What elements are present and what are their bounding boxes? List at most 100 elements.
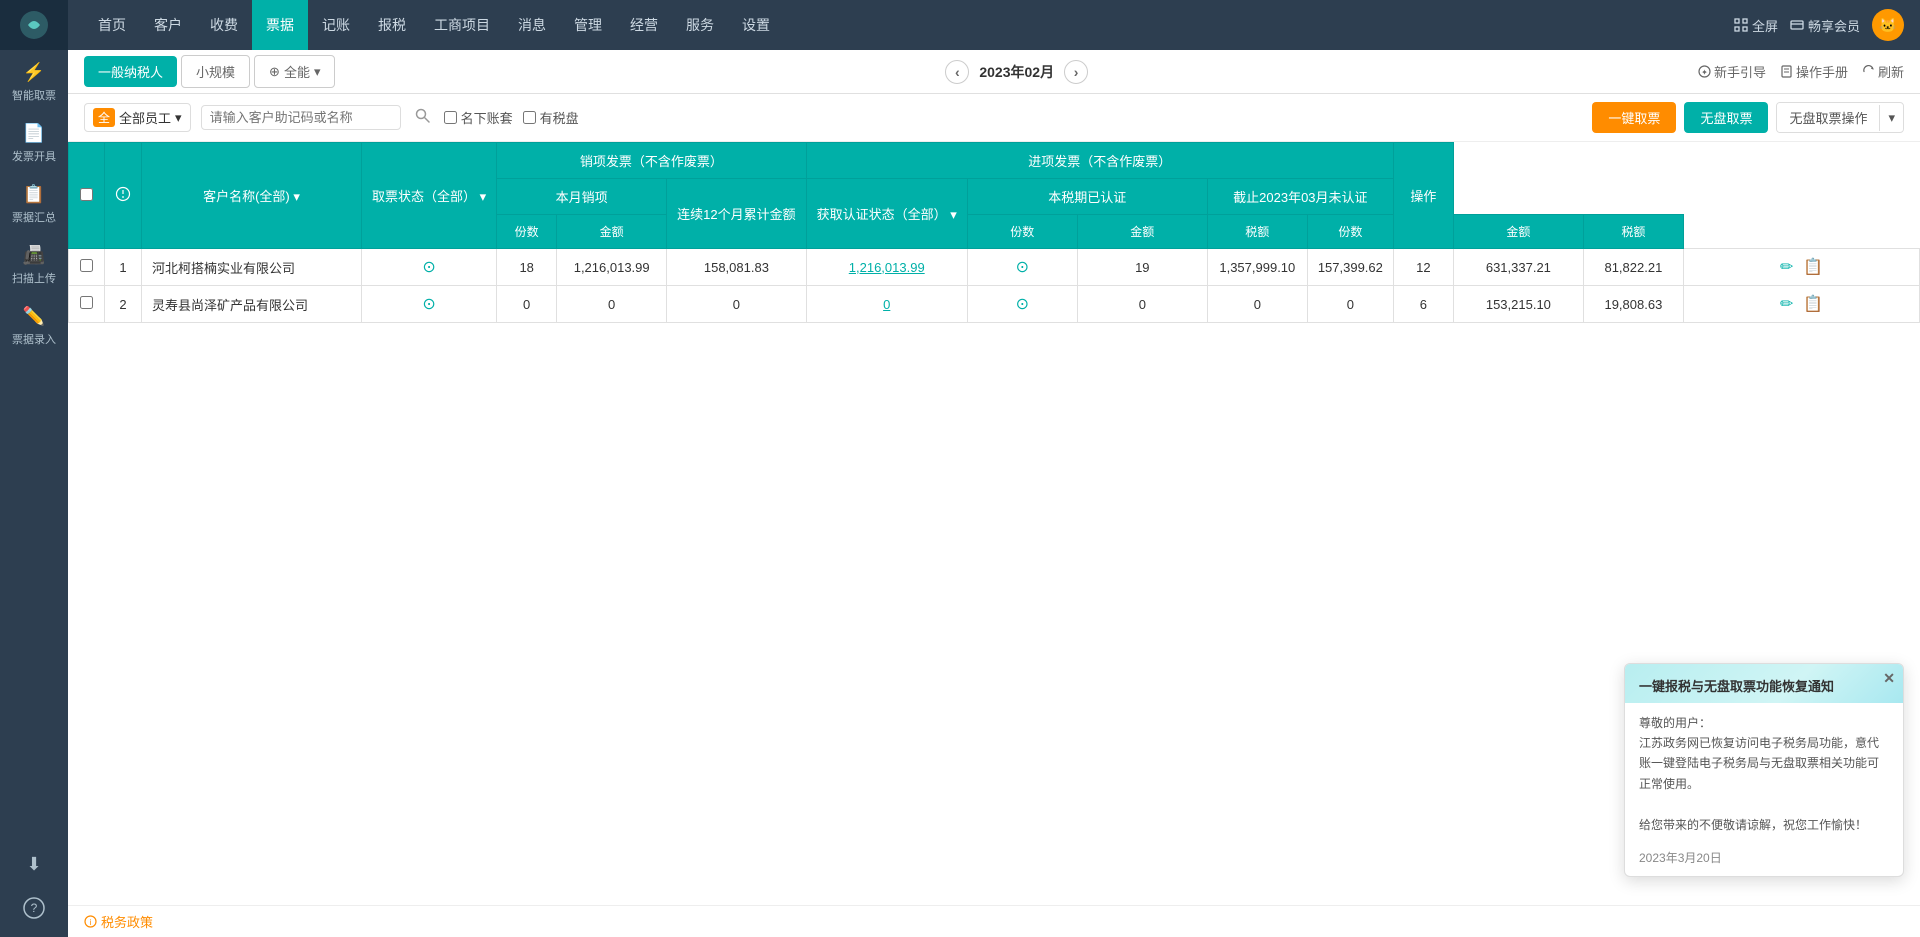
sidebar-item-label: 智能取票	[12, 87, 56, 103]
topnav-member[interactable]: 畅享会员	[1790, 16, 1860, 35]
edit-action[interactable]: ✏	[1780, 259, 1793, 276]
col-until-tax: 税额	[1583, 215, 1683, 249]
topnav-billing[interactable]: 收费	[196, 0, 252, 50]
sidebar-item-label: 扫描上传	[12, 270, 56, 286]
notification-close-button[interactable]: ✕	[1883, 670, 1895, 687]
customer-name: 河北柯搭楠实业有限公司	[142, 249, 362, 286]
refresh-link[interactable]: 刷新	[1862, 62, 1904, 81]
topnav-operation[interactable]: 经营	[616, 0, 672, 50]
prev-month-button[interactable]: ‹	[945, 60, 969, 84]
topnav-invoice[interactable]: 票据	[252, 0, 308, 50]
no-disk-ops-label[interactable]: 无盘取票操作	[1777, 103, 1879, 132]
tax-disk-checkbox[interactable]	[523, 111, 536, 124]
search-button[interactable]	[411, 106, 434, 130]
detail-action[interactable]: 📋	[1803, 296, 1823, 313]
notification-content: 江苏政务网已恢复访问电子税务局功能，意代账一键登陆电子税务局与无盘取票相关功能可…	[1639, 733, 1889, 794]
tab-bar: 一般纳税人 小规模 ⊕ 全能 ▾ ‹ 2023年02月 › ✦ 新手引导	[68, 50, 1920, 94]
tax-policy-link[interactable]: i 税务政策	[84, 912, 153, 931]
tab-nav-right: ✦ 新手引导 操作手册 刷新	[1698, 62, 1904, 81]
new-guide-link[interactable]: ✦ 新手引导	[1698, 62, 1766, 81]
employee-label: 全部员工	[119, 108, 171, 127]
account-checkbox[interactable]	[444, 111, 457, 124]
select-all-checkbox[interactable]	[80, 188, 93, 201]
issue-invoice-icon: 📄	[23, 123, 45, 144]
search-input[interactable]	[201, 105, 401, 130]
col-period-tax: 税额	[1207, 215, 1307, 249]
invoice-summary-icon: 📋	[23, 184, 45, 205]
invoice-table: 客户名称(全部) ▾ 取票状态（全部） ▾ 销项发票（不含作废票） 进项发票（不…	[68, 142, 1920, 323]
topnav-fullscreen[interactable]: 全屏	[1734, 16, 1778, 35]
topnav-right: 全屏 畅享会员 🐱	[1734, 9, 1904, 41]
sidebar-bottom: ⬇ ?	[0, 846, 68, 937]
no-disk-fetch-button[interactable]: 无盘取票	[1684, 102, 1768, 133]
notification-header: 一键报税与无盘取票功能恢复通知 ✕	[1625, 664, 1903, 703]
topnav-settings[interactable]: 设置	[728, 0, 784, 50]
notification-popup: 一键报税与无盘取票功能恢复通知 ✕ 尊敬的用户： 江苏政务网已恢复访问电子税务局…	[1624, 663, 1904, 877]
col-get-status-header: 获取认证状态（全部） ▾	[806, 179, 967, 249]
employee-chevron: ▾	[175, 110, 182, 126]
smart-fetch-icon: ⚡	[23, 62, 45, 83]
topnav-service[interactable]: 服务	[672, 0, 728, 50]
notification-body: 尊敬的用户： 江苏政务网已恢复访问电子税务局功能，意代账一键登陆电子税务局与无盘…	[1625, 703, 1903, 845]
topnav-customer[interactable]: 客户	[140, 0, 196, 50]
sidebar-item-smart-fetch[interactable]: ⚡ 智能取票	[0, 50, 68, 111]
sidebar-item-label: 票据录入	[12, 331, 56, 347]
cumulative-link[interactable]: 0	[883, 297, 890, 312]
next-month-button[interactable]: ›	[1064, 60, 1088, 84]
topnav-tax[interactable]: 报税	[364, 0, 420, 50]
sidebar-item-scan-upload[interactable]: 📠 扫描上传	[0, 233, 68, 294]
notification-date: 2023年3月20日	[1625, 845, 1903, 876]
detail-action[interactable]: 📋	[1803, 259, 1823, 276]
manual-link[interactable]: 操作手册	[1780, 62, 1848, 81]
current-month: 2023年02月	[979, 62, 1054, 82]
employee-tag: 全	[93, 108, 115, 127]
col-fetch-status-header: 取票状态（全部） ▾	[362, 143, 497, 249]
tab-small-scale[interactable]: 小规模	[181, 55, 250, 88]
tab-general-taxpayer[interactable]: 一般纳税人	[84, 56, 177, 87]
toolbar: 全 全部员工 ▾ 名下账套 有税盘 一键取票 无盘取票 无盘取票操作	[68, 94, 1920, 142]
col-period-amount: 金额	[1077, 215, 1207, 249]
invoice-table-body: 1 河北柯搭楠实业有限公司 ⊙ 18 1,216,013.99 158,081.…	[69, 249, 1920, 323]
col-sales-header: 销项发票（不含作废票）	[497, 143, 806, 179]
sidebar-item-issue-invoice[interactable]: 📄 发票开具	[0, 111, 68, 172]
edit-action[interactable]: ✏	[1780, 296, 1793, 313]
tax-disk-checkbox-label[interactable]: 有税盘	[523, 108, 579, 127]
col-this-period-header: 本税期已认证	[967, 179, 1207, 215]
row-checkbox[interactable]	[80, 296, 93, 309]
table-row: 1 河北柯搭楠实业有限公司 ⊙ 18 1,216,013.99 158,081.…	[69, 249, 1920, 286]
col-purchase-header: 进项发票（不含作废票）	[806, 143, 1393, 179]
cumulative-link[interactable]: 1,216,013.99	[849, 260, 925, 275]
topnav-manage[interactable]: 管理	[560, 0, 616, 50]
one-click-fetch-button[interactable]: 一键取票	[1592, 102, 1676, 133]
get-status-icon: ⊙	[1016, 259, 1029, 276]
footer-bar: i 税务政策	[68, 905, 1920, 937]
user-avatar[interactable]: 🐱	[1872, 9, 1904, 41]
no-disk-ops-arrow[interactable]: ▾	[1879, 105, 1903, 131]
sidebar: ⚡ 智能取票 📄 发票开具 📋 票据汇总 📠 扫描上传 ✏️ 票据录入 ⬇ ?	[0, 0, 68, 937]
toolbar-right: 一键取票 无盘取票 无盘取票操作 ▾	[1592, 102, 1904, 133]
notification-title: 一键报税与无盘取票功能恢复通知	[1639, 679, 1834, 694]
employee-select[interactable]: 全 全部员工 ▾	[84, 103, 191, 132]
col-this-month-count: 份数	[497, 215, 557, 249]
sidebar-item-label: 发票开具	[12, 148, 56, 164]
col-action-header: 操作	[1393, 143, 1453, 249]
fetch-status-icon: ⊙	[422, 296, 435, 313]
tab-nav-center: ‹ 2023年02月 ›	[945, 60, 1088, 84]
svg-text:i: i	[90, 918, 92, 927]
topnav-message[interactable]: 消息	[504, 0, 560, 50]
topnav-accounting[interactable]: 记账	[308, 0, 364, 50]
col-until-march-header: 截止2023年03月未认证	[1207, 179, 1393, 215]
svg-text:?: ?	[31, 901, 38, 915]
topnav-home[interactable]: 首页	[84, 0, 140, 50]
notification-apology: 给您带来的不便敬请谅解，祝您工作愉快！	[1639, 815, 1889, 835]
fetch-status-icon: ⊙	[422, 259, 435, 276]
topnav: 首页 客户 收费 票据 记账 报税 工商项目 消息 管理 经营 服务 设置 全屏	[68, 0, 1920, 50]
sidebar-help[interactable]: ?	[0, 889, 68, 927]
account-checkbox-label[interactable]: 名下账套	[444, 108, 513, 127]
sidebar-item-invoice-summary[interactable]: 📋 票据汇总	[0, 172, 68, 233]
sidebar-item-data-entry[interactable]: ✏️ 票据录入	[0, 294, 68, 355]
row-checkbox[interactable]	[80, 259, 93, 272]
sidebar-download[interactable]: ⬇	[0, 846, 68, 883]
tab-all[interactable]: ⊕ 全能 ▾	[254, 55, 335, 88]
topnav-business[interactable]: 工商项目	[420, 0, 504, 50]
